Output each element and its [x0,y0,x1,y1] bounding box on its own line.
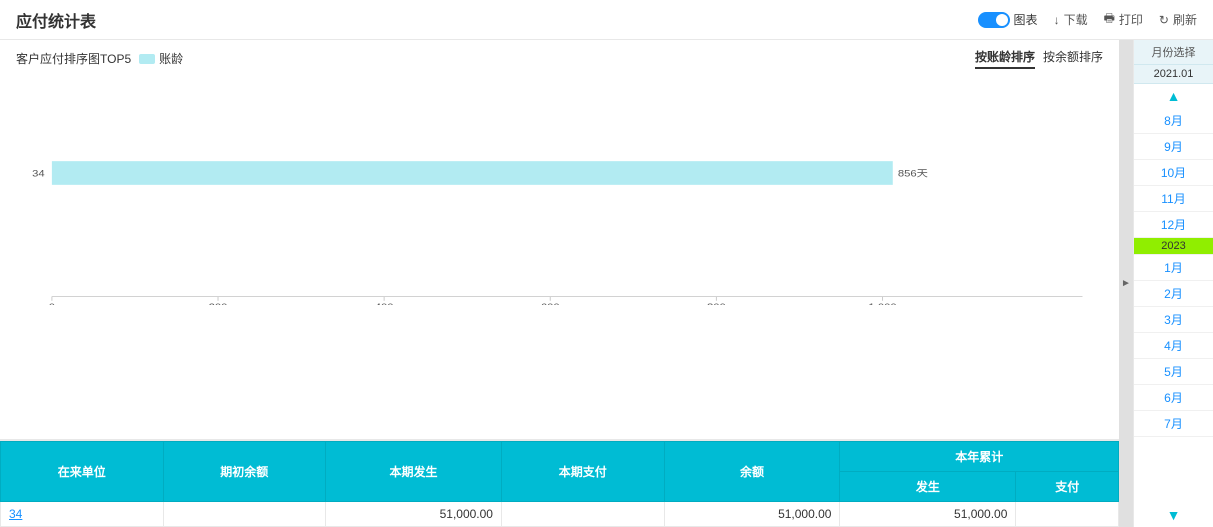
header: 应付统计表 图表 ↓ 下载 🖶 打印 ↻ 刷新 [0,0,1213,40]
cell-col6a: 51,000.00 [840,502,1016,527]
sidebar-nav-up[interactable]: ▲ [1134,84,1213,108]
chart-svg: 34 856天 [16,85,1103,305]
legend-item: 账龄 [139,50,183,67]
month-8[interactable]: 8月 [1134,108,1213,134]
th-col4: 本期支付 [501,442,664,502]
month-4[interactable]: 4月 [1134,333,1213,359]
month-3[interactable]: 3月 [1134,307,1213,333]
refresh-button[interactable]: ↻ 刷新 [1159,11,1197,28]
cell-col1: 34 [1,502,164,527]
month-2[interactable]: 2月 [1134,281,1213,307]
th-col3: 本期发生 [326,442,502,502]
year-2023-marker: 2023 [1134,238,1213,255]
cell-col3: 51,000.00 [326,502,502,527]
sort-tabs: 按账龄排序 按余额排序 [975,48,1103,69]
month-sidebar: 月份选择 2021.01 ▲ 8月 9月 10月 11月 12月 2023 1月… [1133,40,1213,527]
svg-text:1,000: 1,000 [868,303,896,305]
refresh-label: 刷新 [1173,11,1197,28]
svg-text:0: 0 [49,303,56,305]
chart-toggle-wrap: 图表 [978,11,1038,28]
app-container: 应付统计表 图表 ↓ 下载 🖶 打印 ↻ 刷新 [0,0,1213,527]
cell-col4 [501,502,664,527]
chart-header: 客户应付排序图TOP5 账龄 按账龄排序 按余额排序 [0,40,1119,77]
svg-text:856天: 856天 [898,169,928,179]
th-col2: 期初余额 [163,442,326,502]
content-left: 客户应付排序图TOP5 账龄 按账龄排序 按余额排序 [0,40,1119,527]
header-actions: 图表 ↓ 下载 🖶 打印 ↻ 刷新 [978,9,1197,30]
sort-by-balance-tab[interactable]: 按账龄排序 [975,48,1035,69]
row-link[interactable]: 34 [9,507,22,521]
cell-col5: 51,000.00 [664,502,840,527]
refresh-icon: ↻ [1159,13,1169,27]
legend: 客户应付排序图TOP5 账龄 [16,50,183,67]
download-icon: ↓ [1054,13,1060,27]
th-col6-group: 本年累计 [840,442,1119,472]
cell-col6b [1016,502,1119,527]
sort-by-amount-tab[interactable]: 按余额排序 [1043,48,1103,69]
svg-text:34: 34 [32,169,45,179]
svg-text:400: 400 [375,303,394,305]
legend-color-label: 账龄 [159,50,183,67]
legend-title: 客户应付排序图TOP5 [16,50,131,67]
month-5[interactable]: 5月 [1134,359,1213,385]
sidebar-header-label: 月份选择 [1134,40,1213,65]
svg-text:600: 600 [541,303,560,305]
chart-bar [52,161,893,185]
svg-text:200: 200 [209,303,228,305]
th-col6a: 发生 [840,472,1016,502]
table-row: 34 51,000.00 51,000.00 51,000.00 [1,502,1119,527]
chart-label: 图表 [1014,11,1038,28]
month-9[interactable]: 9月 [1134,134,1213,160]
month-6[interactable]: 6月 [1134,385,1213,411]
cell-col2 [163,502,326,527]
data-table: 在来单位 期初余额 本期发生 本期支付 余额 本年累计 发生 支付 [0,441,1119,527]
legend-color-box [139,54,155,64]
month-1[interactable]: 1月 [1134,255,1213,281]
svg-text:800: 800 [707,303,726,305]
print-label: 打印 [1119,11,1143,28]
page-title: 应付统计表 [16,8,96,32]
month-12[interactable]: 12月 [1134,212,1213,238]
th-col6b: 支付 [1016,472,1119,502]
sidebar-months: 8月 9月 10月 11月 12月 2023 1月 2月 3月 4月 5月 6月… [1134,108,1213,503]
th-col1: 在来单位 [1,442,164,502]
chart-wrapper: 34 856天 [0,77,1119,439]
th-col5: 余额 [664,442,840,502]
chart-toggle[interactable] [978,12,1010,28]
main-body: 客户应付排序图TOP5 账龄 按账龄排序 按余额排序 [0,40,1213,527]
sidebar-nav-down[interactable]: ▼ [1134,503,1213,527]
download-label: 下载 [1064,11,1088,28]
chart-area: 客户应付排序图TOP5 账龄 按账龄排序 按余额排序 [0,40,1119,527]
month-11[interactable]: 11月 [1134,186,1213,212]
print-button[interactable]: 🖶 打印 [1104,9,1143,30]
table-area: 在来单位 期初余额 本期发生 本期支付 余额 本年累计 发生 支付 [0,439,1119,527]
sidebar-current-value: 2021.01 [1134,65,1213,84]
month-10[interactable]: 10月 [1134,160,1213,186]
download-button[interactable]: ↓ 下载 [1054,11,1088,28]
divider-arrow[interactable]: ► [1119,40,1133,527]
month-7[interactable]: 7月 [1134,411,1213,437]
print-icon: 🖶 [1104,9,1115,30]
